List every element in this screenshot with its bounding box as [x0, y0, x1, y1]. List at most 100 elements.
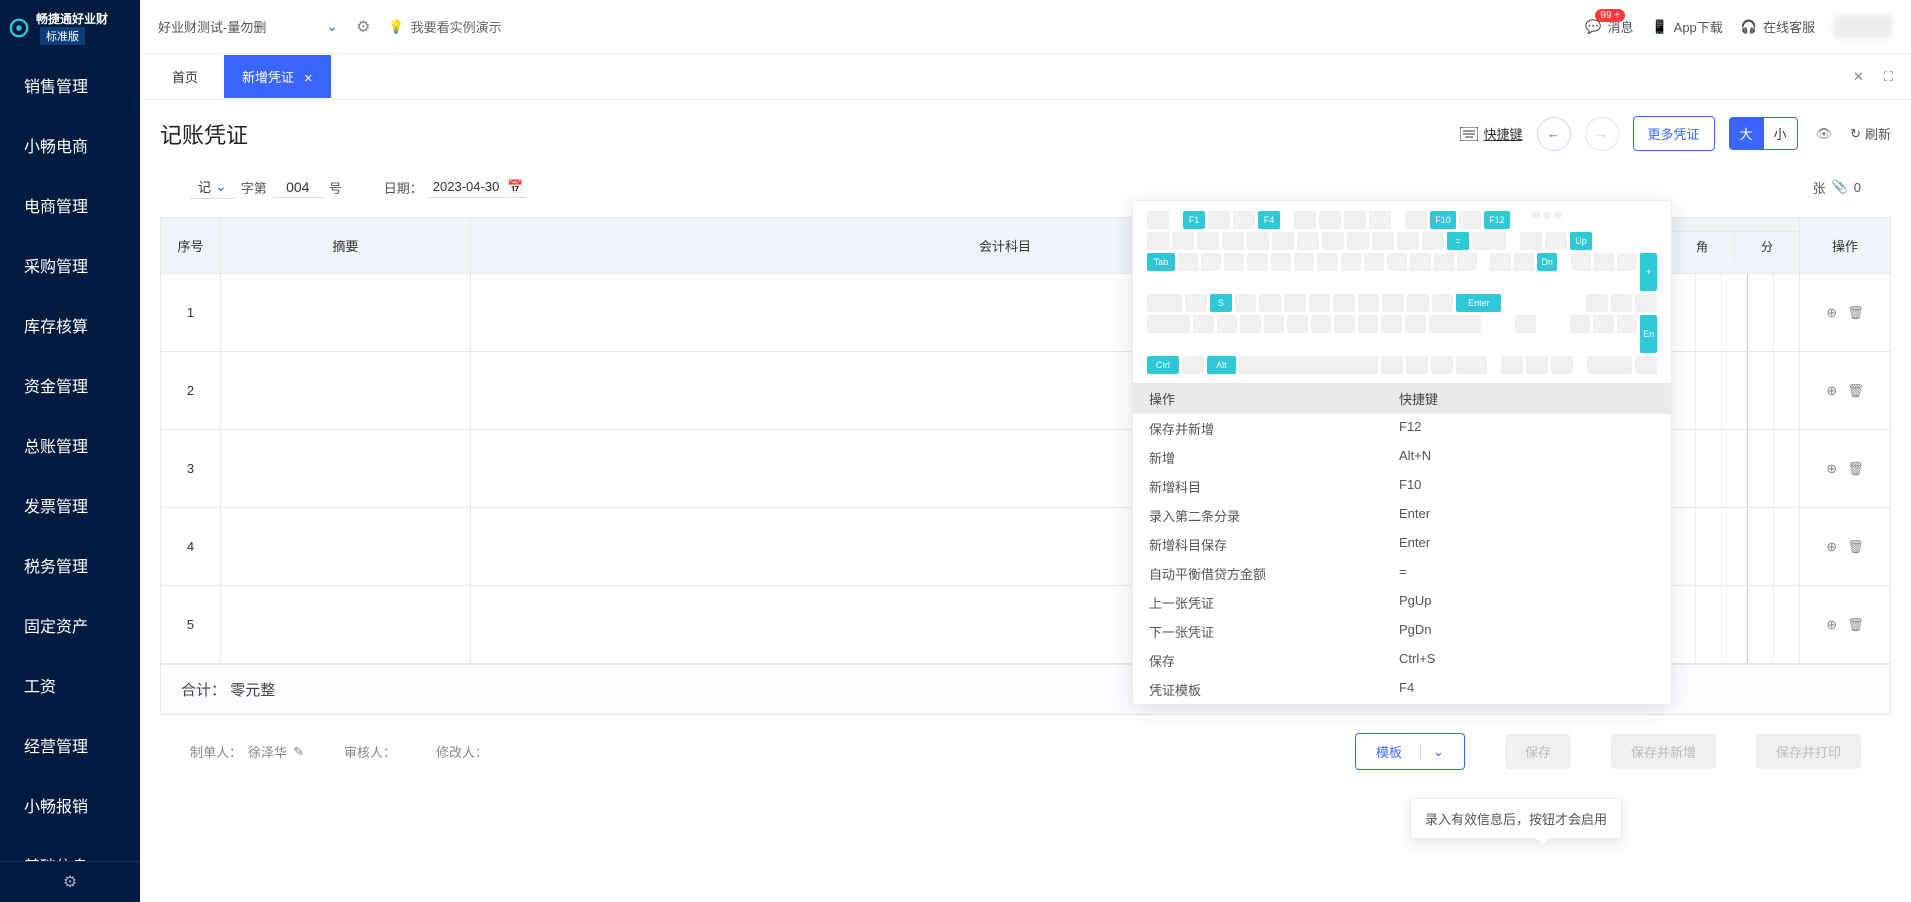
- voucher-number-unit: 号: [329, 178, 342, 197]
- cell-summary[interactable]: [221, 508, 471, 585]
- sc-key: Ctrl+S: [1399, 651, 1435, 670]
- date-label: 日期：: [384, 178, 423, 197]
- nav-invoice[interactable]: 发票管理: [0, 475, 140, 535]
- cell-action: ⊕🗑: [1800, 430, 1890, 507]
- shortcut-label: 快捷键: [1484, 124, 1523, 143]
- cell-index: 4: [161, 508, 221, 585]
- template-button[interactable]: 模板 ⌄: [1355, 733, 1465, 770]
- attachment-icon[interactable]: 📎: [1832, 179, 1848, 195]
- add-row-icon[interactable]: ⊕: [1826, 305, 1837, 321]
- brand-area: 畅捷通好业财 标准版: [0, 0, 140, 55]
- sc-key: Enter: [1399, 535, 1430, 554]
- nav-ecom-mgmt[interactable]: 电商管理: [0, 175, 140, 235]
- avatar[interactable]: [1833, 15, 1893, 39]
- size-small[interactable]: 小: [1764, 117, 1798, 150]
- cell-index: 1: [161, 274, 221, 351]
- nav-basic[interactable]: 基础信息: [0, 835, 140, 861]
- nav-salary[interactable]: 工资: [0, 655, 140, 715]
- tab-home[interactable]: 首页: [154, 55, 216, 98]
- demo-link[interactable]: 💡 我要看实例演示: [388, 17, 501, 36]
- headset-icon: 🎧: [1741, 19, 1757, 35]
- eye-icon[interactable]: 👁: [1812, 122, 1837, 146]
- creator-label: 制单人：: [190, 742, 242, 761]
- phone-icon: 📱: [1651, 19, 1667, 35]
- calendar-icon: 📅: [507, 179, 523, 195]
- cell-summary[interactable]: [221, 352, 471, 429]
- message-link[interactable]: 99 + 💬 消息: [1585, 17, 1633, 36]
- delete-row-icon[interactable]: 🗑: [1847, 617, 1864, 633]
- sc-op: 凭证模板: [1149, 680, 1399, 699]
- cell-summary[interactable]: [221, 274, 471, 351]
- save-print-button: 保存并打印: [1756, 734, 1861, 769]
- nav-xchang-ecom[interactable]: 小畅电商: [0, 115, 140, 175]
- service-link[interactable]: 🎧 在线客服: [1741, 17, 1815, 36]
- sc-op: 新增: [1149, 448, 1399, 467]
- download-link[interactable]: 📱 App下载: [1651, 17, 1722, 36]
- nav-funds[interactable]: 资金管理: [0, 355, 140, 415]
- nav-tax[interactable]: 税务管理: [0, 535, 140, 595]
- brand-logo-icon: [8, 17, 30, 39]
- date-picker[interactable]: 2023-04-30 📅: [429, 177, 528, 198]
- creator: 制单人： 徐泽华 ✎: [190, 742, 304, 761]
- cell-summary[interactable]: [221, 586, 471, 663]
- add-row-icon[interactable]: ⊕: [1826, 539, 1837, 555]
- topbar: 好业财测试-量勿删 ⌄ ⚙ 💡 我要看实例演示 99 + 💬 消息 📱 App下…: [140, 0, 1911, 54]
- tab-new-voucher[interactable]: 新增凭证 ✕: [224, 55, 331, 98]
- edition-badge: 标准版: [40, 27, 85, 45]
- more-vouchers-button[interactable]: 更多凭证: [1633, 116, 1715, 151]
- sidebar: 畅捷通好业财 标准版 销售管理 小畅电商 电商管理 采购管理 库存核算 资金管理…: [0, 0, 140, 902]
- nav-expense[interactable]: 小畅报销: [0, 775, 140, 835]
- tab-close-icon[interactable]: ✕: [304, 73, 313, 85]
- save-tooltip: 录入有效信息后，按钮才会启用: [1410, 798, 1622, 839]
- nav-sales[interactable]: 销售管理: [0, 55, 140, 115]
- gear-icon[interactable]: ⚙: [63, 874, 77, 891]
- cell-action: ⊕🗑: [1800, 586, 1890, 663]
- nav-inventory[interactable]: 库存核算: [0, 295, 140, 355]
- refresh-button[interactable]: ↻ 刷新: [1850, 124, 1891, 143]
- sidebar-footer: ⚙: [0, 861, 140, 902]
- shortcut-popover: F1 F4 F10 F12 = Up Tab Dn +: [1132, 200, 1672, 705]
- fullscreen-icon[interactable]: ⛶: [1880, 65, 1897, 89]
- download-label: App下载: [1674, 17, 1723, 36]
- prev-button[interactable]: ←: [1537, 117, 1571, 151]
- project-name: 好业财测试-量勿删: [158, 17, 266, 36]
- delete-row-icon[interactable]: 🗑: [1847, 461, 1864, 477]
- add-row-icon[interactable]: ⊕: [1826, 383, 1837, 399]
- settings-icon[interactable]: ⚙: [356, 17, 370, 37]
- sc-key: F12: [1399, 419, 1421, 438]
- edit-icon[interactable]: ✎: [293, 744, 304, 760]
- nav-purchase[interactable]: 采购管理: [0, 235, 140, 295]
- delete-row-icon[interactable]: 🗑: [1847, 383, 1864, 399]
- cell-action: ⊕🗑: [1800, 352, 1890, 429]
- cell-index: 3: [161, 430, 221, 507]
- nav-ledger[interactable]: 总账管理: [0, 415, 140, 475]
- nav-ops[interactable]: 经营管理: [0, 715, 140, 775]
- sc-op: 保存并新增: [1149, 419, 1399, 438]
- add-row-icon[interactable]: ⊕: [1826, 617, 1837, 633]
- sc-op: 上一张凭证: [1149, 593, 1399, 612]
- voucher-type-prefix: 记: [198, 177, 211, 196]
- page-title: 记账凭证: [160, 118, 248, 150]
- shortcut-row: 保存并新增F12: [1133, 414, 1671, 443]
- sc-key: PgUp: [1399, 593, 1432, 612]
- shortcut-row: 新增Alt+N: [1133, 443, 1671, 472]
- sc-op: 自动平衡借贷方金额: [1149, 564, 1399, 583]
- tab-label: 新增凭证: [242, 70, 294, 85]
- cell-index: 2: [161, 352, 221, 429]
- date-value: 2023-04-30: [433, 179, 500, 194]
- project-selector[interactable]: 好业财测试-量勿删 ⌄: [158, 17, 338, 36]
- add-row-icon[interactable]: ⊕: [1826, 461, 1837, 477]
- shortcut-row: 上一张凭证PgUp: [1133, 588, 1671, 617]
- sheet-count-icon[interactable]: 0: [1854, 180, 1861, 195]
- voucher-type-select[interactable]: 记 ⌄: [190, 175, 235, 199]
- close-all-icon[interactable]: ✕: [1849, 65, 1868, 89]
- voucher-number-input[interactable]: [273, 177, 323, 198]
- delete-row-icon[interactable]: 🗑: [1847, 539, 1864, 555]
- cell-summary[interactable]: [221, 430, 471, 507]
- nav-assets[interactable]: 固定资产: [0, 595, 140, 655]
- delete-row-icon[interactable]: 🗑: [1847, 305, 1864, 321]
- sheet-unit: 张: [1813, 178, 1826, 197]
- size-large[interactable]: 大: [1729, 117, 1764, 150]
- template-label: 模板: [1376, 742, 1402, 761]
- shortcut-link[interactable]: 快捷键: [1460, 124, 1523, 143]
